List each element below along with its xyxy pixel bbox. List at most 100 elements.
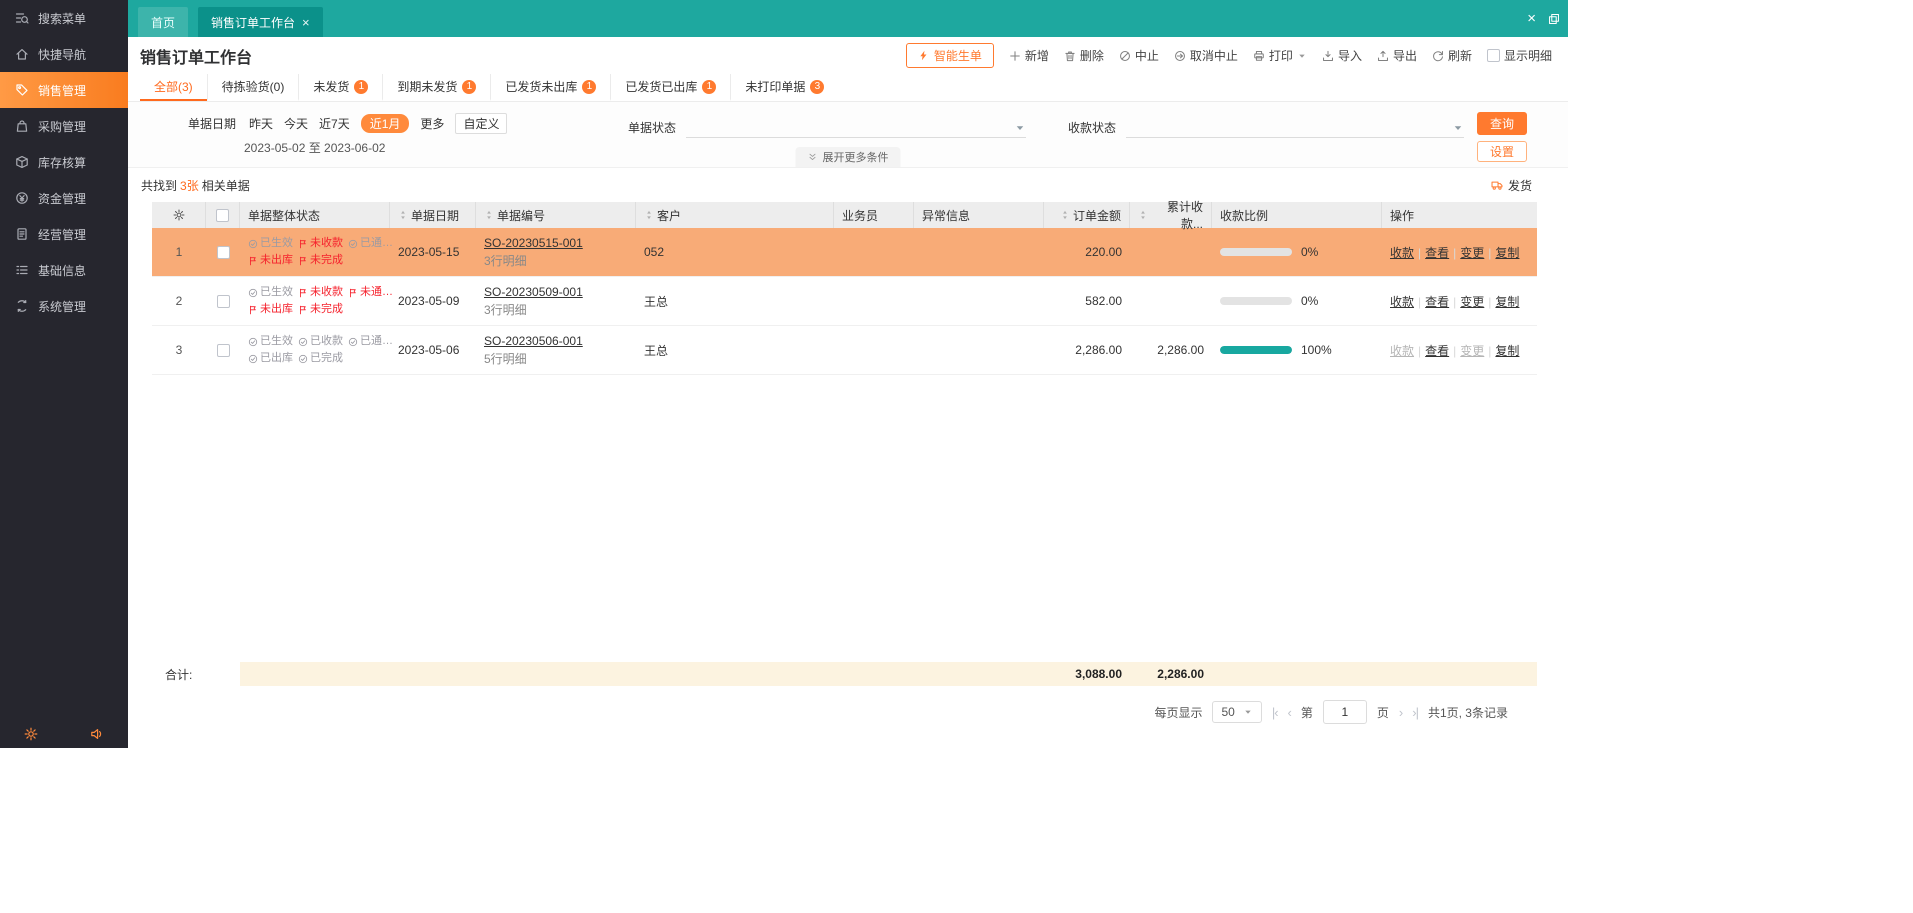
sidebar-item-operations[interactable]: 经营管理 [0, 216, 128, 252]
action-view[interactable]: 查看 [1425, 295, 1449, 309]
print-button[interactable]: 打印 [1253, 47, 1307, 64]
sidebar-item-system[interactable]: 系统管理 [0, 288, 128, 324]
action-view[interactable]: 查看 [1425, 344, 1449, 358]
page-input[interactable] [1322, 700, 1367, 724]
add-button[interactable]: 新增 [1009, 47, 1049, 64]
tab-overdue-not-shipped[interactable]: 到期未发货 1 [382, 74, 490, 101]
per-page-select[interactable]: 50 [1212, 701, 1262, 723]
row-checkbox[interactable] [216, 343, 230, 357]
action-receive-payment[interactable]: 收款 [1390, 295, 1414, 309]
sidebar-item-label: 资金管理 [38, 191, 87, 206]
tab-home[interactable]: 首页 [138, 7, 189, 37]
check-circle-icon [348, 239, 358, 249]
doc-number-link[interactable]: SO-20230509-001 [484, 285, 583, 299]
sort-icon[interactable] [484, 210, 494, 220]
tab-unprinted[interactable]: 未打印单据 3 [730, 74, 838, 101]
action-change[interactable]: 变更 [1460, 295, 1484, 309]
prev-page-icon[interactable]: ‹ [1288, 705, 1292, 720]
last-page-icon[interactable]: ›| [1412, 705, 1419, 720]
gear-icon[interactable] [24, 727, 38, 741]
date-option-more[interactable]: 更多 [420, 115, 444, 132]
settings-button[interactable]: 设置 [1476, 141, 1527, 162]
cancel-stop-button[interactable]: 取消中止 [1174, 47, 1238, 64]
sort-icon[interactable] [1138, 210, 1148, 220]
close-tab-icon[interactable]: × [302, 16, 310, 29]
table-row[interactable]: 3 已生效 已收款 已通… 已出库 已完成 2023-05-06 SO-2023… [152, 326, 1537, 375]
doc-number-link[interactable]: SO-20230506-001 [484, 334, 583, 348]
first-page-icon[interactable]: |‹ [1272, 705, 1279, 720]
sort-icon[interactable] [398, 210, 408, 220]
action-copy[interactable]: 复制 [1495, 246, 1519, 260]
action-change[interactable]: 变更 [1460, 344, 1484, 358]
ship-button[interactable]: 发货 [1491, 177, 1532, 194]
sort-icon[interactable] [644, 210, 654, 220]
search-button[interactable]: 查询 [1476, 112, 1527, 135]
refresh-button[interactable]: 刷新 [1432, 47, 1472, 64]
smart-generate-button[interactable]: 智能生单 [905, 43, 994, 68]
stop-button[interactable]: 中止 [1119, 47, 1159, 64]
tab-sales-order-workbench[interactable]: 销售订单工作台 × [198, 7, 323, 37]
sidebar-search-menu[interactable]: 搜索菜单 [0, 0, 128, 36]
sort-icon[interactable] [1060, 210, 1070, 220]
row-checkbox[interactable] [216, 294, 230, 308]
tab-label: 全部(3) [154, 80, 193, 94]
sidebar-item-inventory[interactable]: 库存核算 [0, 144, 128, 180]
select-all-checkbox[interactable] [216, 208, 229, 222]
action-receive-payment[interactable]: 收款 [1390, 246, 1414, 260]
action-separator: | [1453, 343, 1457, 358]
col-doc-number[interactable]: 单据编号 [476, 202, 636, 228]
action-copy[interactable]: 复制 [1495, 344, 1519, 358]
tab-shipped-outbound[interactable]: 已发货已出库 1 [610, 74, 730, 101]
sidebar-item-purchase[interactable]: 采购管理 [0, 108, 128, 144]
show-detail-toggle[interactable]: 显示明细 [1486, 47, 1552, 64]
col-actions: 操作 [1390, 208, 1415, 223]
doc-number-link[interactable]: SO-20230515-001 [484, 236, 583, 250]
sidebar-item-label: 采购管理 [38, 119, 87, 134]
result-count: 3张 [180, 178, 199, 193]
column-settings[interactable] [152, 202, 206, 228]
date-option-7days[interactable]: 近7天 [319, 115, 350, 132]
action-change[interactable]: 变更 [1460, 246, 1484, 260]
window-close-icon[interactable]: × [1527, 11, 1536, 26]
tab-shipped-not-outbound[interactable]: 已发货未出库 1 [490, 74, 610, 101]
page-header: 销售订单工作台 智能生单 新增 删除 中止 取消中止 打印 导入 导出 刷新 显… [128, 37, 1568, 74]
export-button[interactable]: 导出 [1377, 47, 1417, 64]
col-order-amount[interactable]: 订单金额 [1044, 202, 1130, 228]
sidebar-item-quick-nav[interactable]: 快捷导航 [0, 36, 128, 72]
progress-percent: 100% [1301, 343, 1332, 357]
date-option-1month[interactable]: 近1月 [360, 114, 410, 133]
tag-label: 已生效 [260, 237, 293, 249]
payment-status-select[interactable] [1126, 116, 1465, 138]
show-detail-checkbox[interactable] [1486, 49, 1500, 62]
date-range-value[interactable]: 2023-05-02 至 2023-06-02 [244, 139, 507, 156]
status-tag: 未完成 [298, 252, 343, 269]
sidebar-item-funds[interactable]: 资金管理 [0, 180, 128, 216]
col-customer[interactable]: 客户 [636, 202, 834, 228]
col-label: 累计收款... [1166, 200, 1203, 231]
delete-button[interactable]: 删除 [1064, 47, 1104, 64]
speaker-icon[interactable] [90, 727, 104, 741]
sidebar-item-sales[interactable]: 销售管理 [0, 72, 128, 108]
import-button[interactable]: 导入 [1322, 47, 1362, 64]
table-row[interactable]: 1 已生效 未收款 已通… 未出库 未完成 2023-05-15 SO-2023… [152, 228, 1537, 277]
tab-all[interactable]: 全部(3) [140, 74, 207, 101]
total-label: 合计: [165, 667, 193, 682]
next-page-icon[interactable]: › [1399, 705, 1403, 720]
window-restore-icon[interactable] [1548, 13, 1560, 25]
sidebar-item-base-info[interactable]: 基础信息 [0, 252, 128, 288]
date-option-yesterday[interactable]: 昨天 [249, 115, 273, 132]
row-checkbox[interactable] [216, 245, 230, 259]
action-view[interactable]: 查看 [1425, 246, 1449, 260]
col-received[interactable]: 累计收款... [1130, 200, 1212, 231]
action-copy[interactable]: 复制 [1495, 295, 1519, 309]
date-option-custom[interactable]: 自定义 [455, 113, 508, 134]
expand-more-conditions[interactable]: 展开更多条件 [795, 147, 901, 167]
tab-to-pick[interactable]: 待拣验货(0) [206, 74, 299, 101]
doc-status-select[interactable] [686, 116, 1027, 138]
action-receive-payment[interactable]: 收款 [1390, 344, 1414, 358]
tab-not-shipped[interactable]: 未发货 1 [298, 74, 382, 101]
doc-cell: SO-20230509-001 3行明细 [476, 285, 636, 318]
date-option-today[interactable]: 今天 [284, 115, 308, 132]
col-doc-date[interactable]: 单据日期 [390, 202, 476, 228]
table-row[interactable]: 2 已生效 未收款 未通… 未出库 未完成 2023-05-09 SO-2023… [152, 277, 1537, 326]
